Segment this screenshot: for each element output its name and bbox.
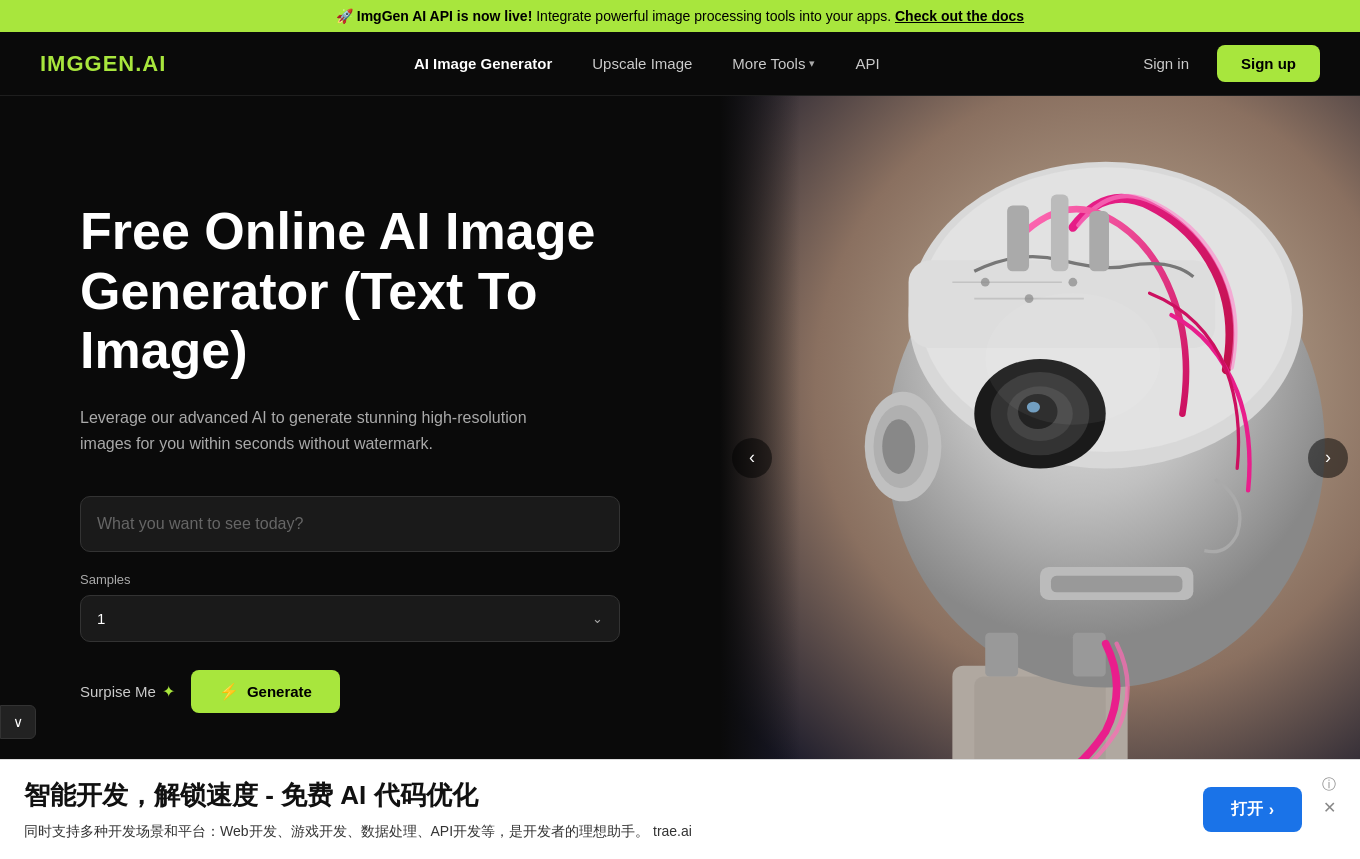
prompt-input[interactable] xyxy=(97,501,603,547)
ad-title: 智能开发，解锁速度 - 免费 AI 代码优化 xyxy=(24,778,1183,813)
navbar: IMGGEN.AI AI Image Generator Upscale Ima… xyxy=(0,32,1360,96)
svg-point-23 xyxy=(1068,278,1077,287)
hero-right-panel: ‹ › xyxy=(720,96,1360,819)
ad-cta-label: 打开 xyxy=(1231,799,1263,819)
generate-label: Generate xyxy=(247,683,312,700)
chevron-left-icon: ‹ xyxy=(749,447,755,468)
logo[interactable]: IMGGEN.AI xyxy=(40,51,166,77)
carousel-next-button[interactable]: › xyxy=(1308,438,1348,478)
chevron-down-icon: ▾ xyxy=(809,57,815,70)
expand-button[interactable]: ∨ xyxy=(0,705,36,739)
svg-rect-25 xyxy=(1051,195,1069,272)
ad-close-button[interactable]: ✕ xyxy=(1323,798,1336,817)
carousel-prev-button[interactable]: ‹ xyxy=(732,438,772,478)
surprise-me-button[interactable]: Surpise Me ✦ xyxy=(80,674,175,709)
ad-text-block: 智能开发，解锁速度 - 免费 AI 代码优化 同时支持多种开发场景和平台：Web… xyxy=(24,778,1183,820)
generate-icon: ⚡ xyxy=(219,682,239,701)
svg-rect-24 xyxy=(1007,206,1029,272)
svg-rect-17 xyxy=(985,633,1018,677)
ad-cta-button[interactable]: 打开 › xyxy=(1203,787,1302,819)
samples-select[interactable]: 1 2 3 4 xyxy=(97,600,592,637)
chevron-right-icon: › xyxy=(1325,447,1331,468)
announcement-title: ImgGen AI API is now live! xyxy=(357,8,533,24)
ad-banner: 智能开发，解锁速度 - 免费 AI 代码优化 同时支持多种开发场景和平台：Web… xyxy=(0,759,1360,819)
navbar-actions: Sign in Sign up xyxy=(1127,45,1320,82)
svg-rect-18 xyxy=(1073,633,1106,677)
announcement-cta[interactable]: Check out the docs xyxy=(895,8,1024,24)
hero-buttons: Surpise Me ✦ ⚡ Generate xyxy=(80,670,660,713)
announcement-description: Integrate powerful image processing tool… xyxy=(536,8,891,24)
samples-select-wrapper: 1 2 3 4 ⌄ xyxy=(80,595,620,642)
samples-label: Samples xyxy=(80,572,660,587)
hero-title: Free Online AI Image Generator (Text To … xyxy=(80,202,660,381)
ad-cta-arrow-icon: › xyxy=(1269,801,1274,819)
chevron-down-icon: ⌄ xyxy=(592,611,603,626)
chevron-down-icon: ∨ xyxy=(13,714,23,730)
surprise-label: Surpise Me xyxy=(80,683,156,700)
svg-point-16 xyxy=(882,419,915,474)
hero-left-panel: Free Online AI Image Generator (Text To … xyxy=(0,96,720,819)
svg-rect-26 xyxy=(1089,211,1109,271)
nav-item-api[interactable]: API xyxy=(839,47,895,80)
svg-rect-13 xyxy=(1051,576,1182,592)
announcement-bar: 🚀 ImgGen AI API is now live! Integrate p… xyxy=(0,0,1360,32)
prompt-input-wrapper xyxy=(80,496,620,552)
nav-item-more-tools[interactable]: More Tools ▾ xyxy=(716,47,831,80)
hero-image-container xyxy=(720,96,1360,819)
hero-image xyxy=(720,96,1360,819)
announcement-emoji: 🚀 xyxy=(336,8,353,24)
nav-item-ai-image-generator[interactable]: AI Image Generator xyxy=(398,47,568,80)
hero-section: Free Online AI Image Generator (Text To … xyxy=(0,96,1360,819)
ad-close-area: ⓘ ✕ xyxy=(1322,776,1336,817)
sparkle-icon: ✦ xyxy=(162,682,175,701)
ad-info-icon[interactable]: ⓘ xyxy=(1322,776,1336,794)
svg-point-27 xyxy=(985,293,1160,424)
signup-button[interactable]: Sign up xyxy=(1217,45,1320,82)
nav-item-upscale-image[interactable]: Upscale Image xyxy=(576,47,708,80)
generate-button[interactable]: ⚡ Generate xyxy=(191,670,340,713)
logo-ai: AI xyxy=(142,51,166,76)
svg-point-21 xyxy=(981,278,990,287)
nav-menu: AI Image Generator Upscale Image More To… xyxy=(398,47,896,80)
hero-subtitle: Leverage our advanced AI to generate stu… xyxy=(80,405,560,456)
signin-button[interactable]: Sign in xyxy=(1127,47,1205,80)
logo-text: IMGGEN xyxy=(40,51,135,76)
